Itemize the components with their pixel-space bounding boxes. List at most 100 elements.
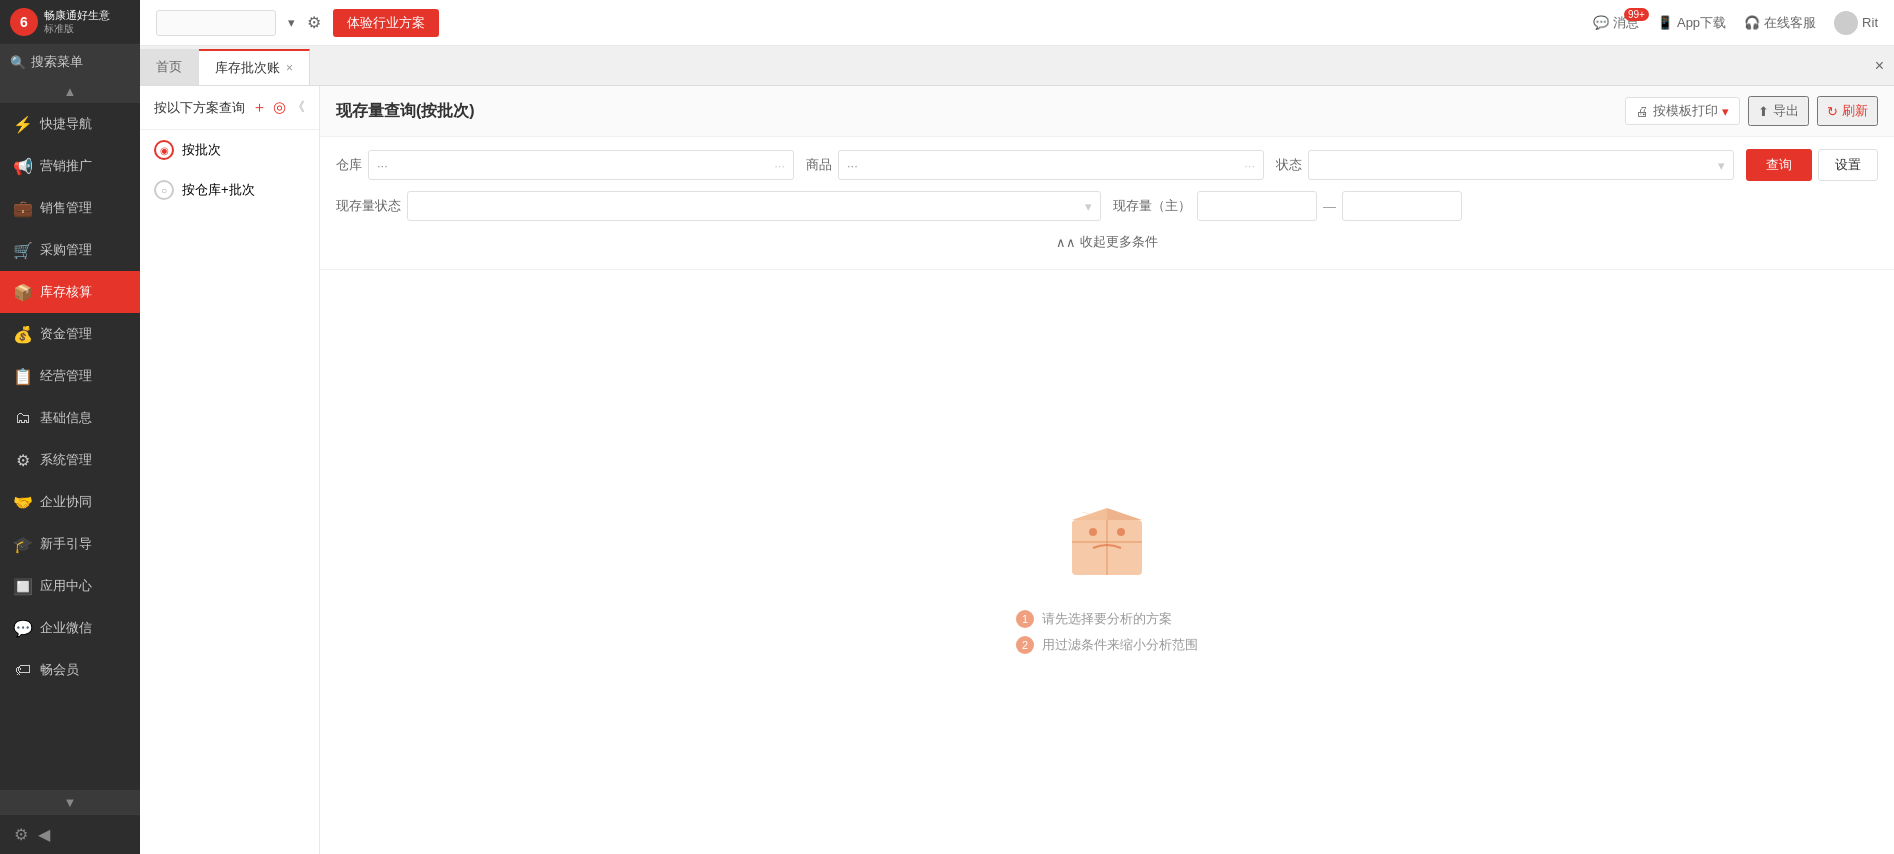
tab-panel-close-btn[interactable]: ×	[1865, 46, 1894, 85]
sidebar: 6 畅康通好生意 标准版 🔍 搜索菜单 ▲ ⚡ 快捷导航 📢 营销推广 💼 销售…	[0, 0, 140, 854]
topbar-right: 💬 消息 99+ 📱 App下载 🎧 在线客服 Rit	[1593, 11, 1878, 35]
avatar	[1834, 11, 1858, 35]
export-icon: ⬆	[1758, 104, 1769, 119]
scheme-item-by-warehouse-batch[interactable]: ○ 按仓库+批次	[140, 170, 319, 210]
collapse-btn-label: 收起更多条件	[1080, 233, 1158, 251]
filter-row-1: 仓库 ··· ··· 商品 ··· ···	[336, 149, 1878, 181]
scheme-active-icon: ◉	[154, 140, 174, 160]
add-scheme-icon[interactable]: ＋	[252, 98, 267, 117]
tab-home[interactable]: 首页	[140, 49, 199, 85]
hint-num-1: 1	[1016, 610, 1034, 628]
export-btn[interactable]: ⬆ 导出	[1748, 96, 1809, 126]
status-filter: 状态 ▾	[1276, 150, 1734, 180]
sidebar-item-inventory[interactable]: 📦 库存核算	[0, 271, 140, 313]
sidebar-item-marketing[interactable]: 📢 营销推广	[0, 145, 140, 187]
scroll-down-btn[interactable]: ▼	[0, 790, 140, 814]
member-icon: 🏷	[14, 661, 32, 679]
sidebar-item-basics[interactable]: 🗂 基础信息	[0, 397, 140, 439]
tab-batch-account[interactable]: 库存批次账 ×	[199, 49, 310, 85]
phone-icon: 📱	[1657, 15, 1673, 30]
warehouse-more-icon[interactable]: ···	[774, 158, 785, 173]
search-menu-label: 搜索菜单	[31, 53, 83, 71]
newbie-icon: 🎓	[14, 535, 32, 553]
qty-from-input[interactable]	[1197, 191, 1317, 221]
collapse-panel-icon[interactable]: 《	[292, 98, 305, 117]
settings-btn[interactable]: 设置	[1818, 149, 1878, 181]
sidebar-item-member[interactable]: 🏷 畅会员	[0, 649, 140, 691]
inventory-status-select[interactable]: ▾	[407, 191, 1101, 221]
main-area: ▾ ⚙ 体验行业方案 💬 消息 99+ 📱 App下载 🎧 在线客服	[140, 0, 1894, 854]
scheme-item-by-batch[interactable]: ◉ 按批次	[140, 130, 319, 170]
chevron-up-icon: ∧∧	[1056, 235, 1076, 250]
system-icon: ⚙	[14, 451, 32, 469]
hint-text-1: 请先选择要分析的方案	[1042, 610, 1172, 628]
sidebar-item-sales[interactable]: 💼 销售管理	[0, 187, 140, 229]
app-subtitle: 标准版	[44, 22, 110, 36]
refresh-btn[interactable]: ↻ 刷新	[1817, 96, 1878, 126]
settings-gear-icon[interactable]: ⚙	[14, 825, 28, 844]
sidebar-item-label: 企业协同	[40, 493, 92, 511]
sales-icon: 💼	[14, 199, 32, 217]
hint-item-1: 1 请先选择要分析的方案	[1016, 610, 1198, 628]
export-btn-label: 导出	[1773, 102, 1799, 120]
sidebar-item-quick-nav[interactable]: ⚡ 快捷导航	[0, 103, 140, 145]
enterprise-icon: 🤝	[14, 493, 32, 511]
warehouse-filter: 仓库 ··· ···	[336, 150, 794, 180]
apps-icon: 🔲	[14, 577, 32, 595]
sidebar-bottom: ⚙ ◀	[0, 814, 140, 854]
topbar-gear-icon[interactable]: ⚙	[307, 13, 321, 32]
product-input[interactable]: ··· ···	[838, 150, 1264, 180]
inventory-status-label: 现存量状态	[336, 197, 401, 215]
content-area: 按以下方案查询 ＋ ◎ 《 ◉ 按批次 ○ 按仓库+批次	[140, 86, 1894, 854]
product-filter: 商品 ··· ···	[806, 150, 1264, 180]
sidebar-item-operations[interactable]: 📋 经营管理	[0, 355, 140, 397]
qty-to-input[interactable]	[1342, 191, 1462, 221]
finance-icon: 💰	[14, 325, 32, 343]
collapse-filter-btn[interactable]: ∧∧ 收起更多条件	[1050, 227, 1164, 257]
purchase-icon: 🛒	[14, 241, 32, 259]
service-icon: 🎧	[1744, 15, 1760, 30]
empty-illustration	[1047, 470, 1167, 590]
scheme-settings-icon[interactable]: ◎	[273, 98, 286, 117]
empty-state: 1 请先选择要分析的方案 2 用过滤条件来缩小分析范围	[320, 270, 1894, 854]
collapse-sidebar-icon[interactable]: ◀	[38, 825, 50, 844]
scroll-up-btn[interactable]: ▲	[0, 79, 140, 103]
left-panel-actions: ＋ ◎ 《	[252, 98, 305, 117]
sidebar-item-finance[interactable]: 💰 资金管理	[0, 313, 140, 355]
topbar-search-input[interactable]	[156, 10, 276, 36]
experience-btn[interactable]: 体验行业方案	[333, 9, 439, 37]
topbar: ▾ ⚙ 体验行业方案 💬 消息 99+ 📱 App下载 🎧 在线客服	[140, 0, 1894, 46]
online-service-label: 在线客服	[1764, 14, 1816, 32]
sidebar-item-label: 应用中心	[40, 577, 92, 595]
quick-nav-icon: ⚡	[14, 115, 32, 133]
app-download-btn[interactable]: 📱 App下载	[1657, 14, 1726, 32]
user-menu[interactable]: Rit	[1834, 11, 1878, 35]
sidebar-item-wechat[interactable]: 💬 企业微信	[0, 607, 140, 649]
online-service-btn[interactable]: 🎧 在线客服	[1744, 14, 1816, 32]
sidebar-item-newbie[interactable]: 🎓 新手引导	[0, 523, 140, 565]
scheme-inactive-icon: ○	[154, 180, 174, 200]
query-btn[interactable]: 查询	[1746, 149, 1812, 181]
topbar-dropdown-icon[interactable]: ▾	[288, 15, 295, 30]
print-btn[interactable]: 🖨 按模板打印 ▾	[1625, 97, 1740, 125]
sidebar-item-purchase[interactable]: 🛒 采购管理	[0, 229, 140, 271]
status-dropdown-icon: ▾	[1718, 158, 1725, 173]
tab-batch-account-label: 库存批次账	[215, 59, 280, 77]
search-menu[interactable]: 🔍 搜索菜单	[0, 45, 140, 79]
product-more-icon[interactable]: ···	[1244, 158, 1255, 173]
operations-icon: 📋	[14, 367, 32, 385]
status-select[interactable]: ▾	[1308, 150, 1734, 180]
message-btn[interactable]: 💬 消息 99+	[1593, 14, 1639, 32]
scheme-by-batch-label: 按批次	[182, 141, 221, 159]
page-title: 现存量查询(按批次)	[336, 101, 475, 122]
svg-marker-2	[1107, 508, 1142, 520]
sidebar-item-enterprise[interactable]: 🤝 企业协同	[0, 481, 140, 523]
app-logo: 6	[10, 8, 38, 36]
print-dropdown-icon[interactable]: ▾	[1722, 104, 1729, 119]
sidebar-item-label: 新手引导	[40, 535, 92, 553]
sidebar-item-system[interactable]: ⚙ 系统管理	[0, 439, 140, 481]
tab-close-icon[interactable]: ×	[286, 61, 293, 75]
sidebar-item-apps[interactable]: 🔲 应用中心	[0, 565, 140, 607]
tab-home-label: 首页	[156, 58, 182, 76]
warehouse-input[interactable]: ··· ···	[368, 150, 794, 180]
